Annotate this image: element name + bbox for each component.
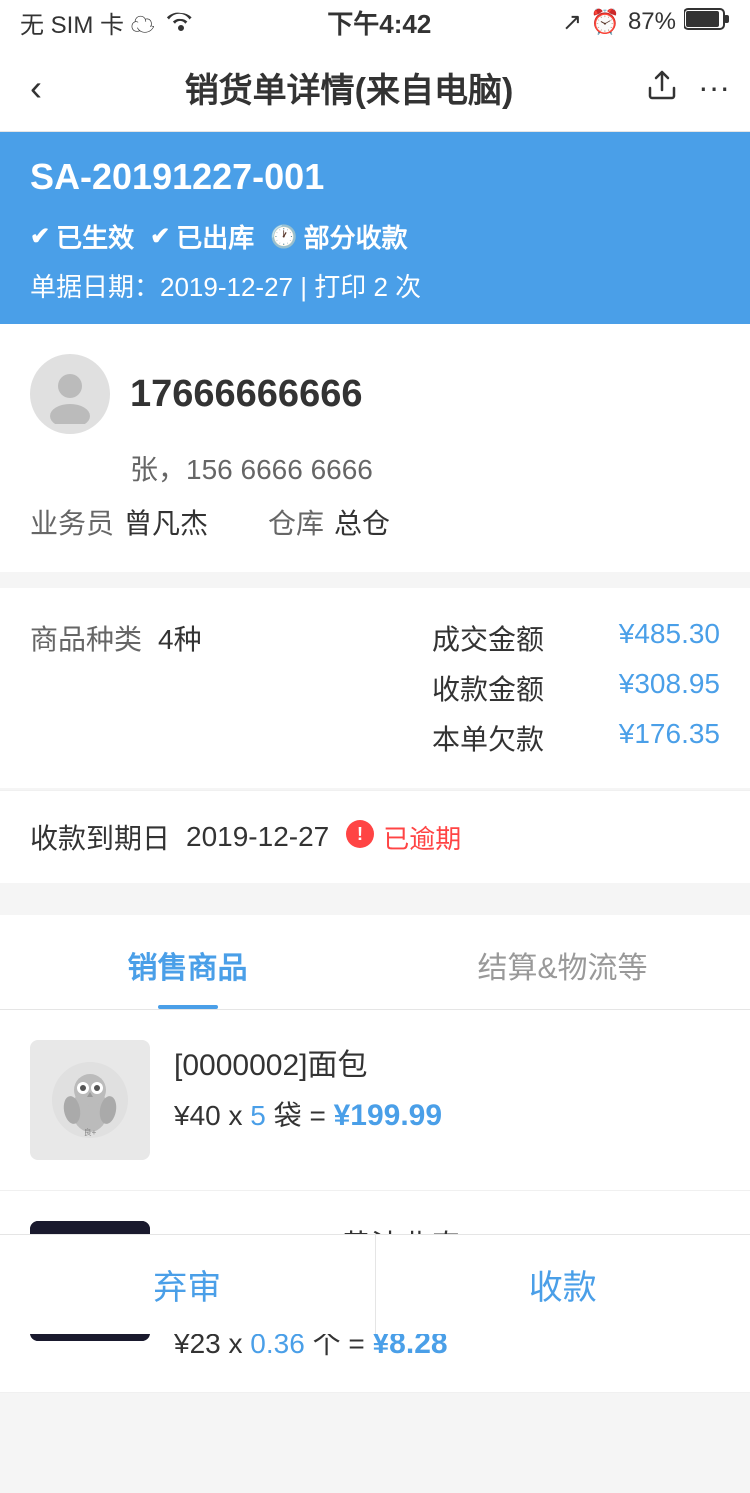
received-value: ¥308.95 (560, 668, 720, 708)
status-left: 无 SIM 卡 ☁ (20, 5, 197, 40)
amount-value: ¥485.30 (560, 618, 720, 658)
product-total-1: ¥199.99 (334, 1099, 442, 1132)
overdue-badge: ! 已逾期 (345, 819, 461, 856)
payment-button[interactable]: 收款 (376, 1235, 750, 1334)
badge-shipped: ✔ 已出库 (150, 218, 254, 255)
order-date-row: 单据日期：2019-12-27 | 打印 2 次 (30, 267, 720, 304)
sales-person-row: 业务员 曾凡杰 (30, 502, 208, 542)
warehouse-row: 仓库 总仓 (268, 502, 390, 542)
sales-label: 业务员 (30, 502, 114, 542)
status-time: 下午4:42 (327, 4, 431, 41)
customer-section: 17666666666 张，156 6666 6666 业务员 曾凡杰 仓库 总… (0, 324, 750, 572)
customer-sub-info: 张，156 6666 6666 (30, 448, 720, 488)
check-icon-shipped: ✔ (150, 222, 170, 251)
badge-partial: 🕐 部分收款 (270, 218, 407, 255)
svg-text:良+: 良+ (84, 1127, 97, 1137)
stats-row: 商品种类 4种 成交金额 ¥485.30 收款金额 ¥308.95 本单欠款 ¥… (30, 618, 720, 758)
check-icon-effective: ✔ (30, 222, 50, 251)
due-label: 本单欠款 (432, 718, 544, 758)
received-row: 收款金额 ¥308.95 (432, 668, 720, 708)
order-id: SA-20191227-001 (30, 156, 324, 198)
due-date-section: 收款到期日 2019-12-27 ! 已逾期 (0, 790, 750, 883)
bottom-spacer (0, 1393, 750, 1493)
battery-icon (684, 7, 730, 38)
sim-status: 无 SIM 卡 ☁ (20, 5, 155, 40)
overdue-icon: ! (345, 819, 375, 856)
share-button[interactable] (646, 68, 678, 108)
avatar (30, 354, 110, 434)
order-id-row: SA-20191227-001 ✔ 已生效 ✔ 已出库 🕐 部分收款 (30, 156, 720, 255)
type-label: 商品种类 (30, 618, 142, 658)
due-date-label: 收款到期日 (30, 817, 170, 857)
warehouse-label: 仓库 (268, 502, 324, 542)
status-bar: 无 SIM 卡 ☁ 下午4:42 ↗ ⏰ 87% (0, 0, 750, 44)
wifi-icon (165, 7, 197, 38)
due-row: 本单欠款 ¥176.35 (432, 718, 720, 758)
customer-meta: 业务员 曾凡杰 仓库 总仓 (30, 502, 720, 542)
stats-left: 商品种类 4种 (30, 618, 202, 658)
product-qty-1: 5 (250, 1100, 266, 1131)
header-badges: ✔ 已生效 ✔ 已出库 🕐 部分收款 (30, 218, 408, 255)
svg-text:!: ! (357, 824, 363, 844)
type-count: 4种 (158, 618, 202, 658)
nav-actions: ··· (646, 68, 730, 108)
customer-phone: 17666666666 (130, 373, 362, 416)
product-info-1: [0000002]面包 ¥40 x 5 袋 = ¥199.99 (174, 1040, 720, 1134)
bottom-bar: 弃审 收款 (0, 1234, 750, 1334)
customer-top: 17666666666 (30, 354, 720, 434)
product-list: 良+ [0000002]面包 ¥40 x 5 袋 = ¥199.99 (0, 1010, 750, 1393)
back-button[interactable]: ‹ (20, 57, 52, 119)
tabs-bar: 销售商品 结算&物流等 (0, 915, 750, 1010)
warehouse-value: 总仓 (334, 502, 390, 542)
stats-section: 商品种类 4种 成交金额 ¥485.30 收款金额 ¥308.95 本单欠款 ¥… (0, 588, 750, 788)
header-banner: SA-20191227-001 ✔ 已生效 ✔ 已出库 🕐 部分收款 单据日期：… (0, 132, 750, 324)
clock-icon: 🕐 (270, 224, 297, 250)
tab-settlement[interactable]: 结算&物流等 (375, 915, 750, 1009)
more-button[interactable]: ··· (698, 69, 730, 106)
nav-bar: ‹ 销货单详情(来自电脑) ··· (0, 44, 750, 132)
location-icon: ↗ (562, 8, 582, 37)
received-label: 收款金额 (432, 668, 544, 708)
divider-2 (0, 883, 750, 899)
sales-value: 曾凡杰 (124, 502, 208, 542)
tab-sales-products[interactable]: 销售商品 (0, 915, 375, 1009)
product-item-1: 良+ [0000002]面包 ¥40 x 5 袋 = ¥199.99 (0, 1010, 750, 1191)
battery-level: 87% (628, 8, 676, 36)
product-price-1: ¥40 x 5 袋 = ¥199.99 (174, 1094, 720, 1134)
product-thumb-1: 良+ (30, 1040, 150, 1160)
product-name-1: [0000002]面包 (174, 1040, 720, 1084)
stats-right: 成交金额 ¥485.30 收款金额 ¥308.95 本单欠款 ¥176.35 (432, 618, 720, 758)
amount-label: 成交金额 (432, 618, 544, 658)
due-date-value: 2019-12-27 (186, 821, 329, 853)
cancel-review-button[interactable]: 弃审 (0, 1235, 376, 1334)
alarm-icon: ⏰ (590, 8, 620, 37)
status-right: ↗ ⏰ 87% (562, 7, 730, 38)
due-value: ¥176.35 (560, 718, 720, 758)
badge-effective: ✔ 已生效 (30, 218, 134, 255)
overdue-text: 已逾期 (383, 819, 461, 856)
amount-row: 成交金额 ¥485.30 (432, 618, 720, 658)
divider-1 (0, 572, 750, 588)
page-title: 销货单详情(来自电脑) (52, 63, 646, 112)
